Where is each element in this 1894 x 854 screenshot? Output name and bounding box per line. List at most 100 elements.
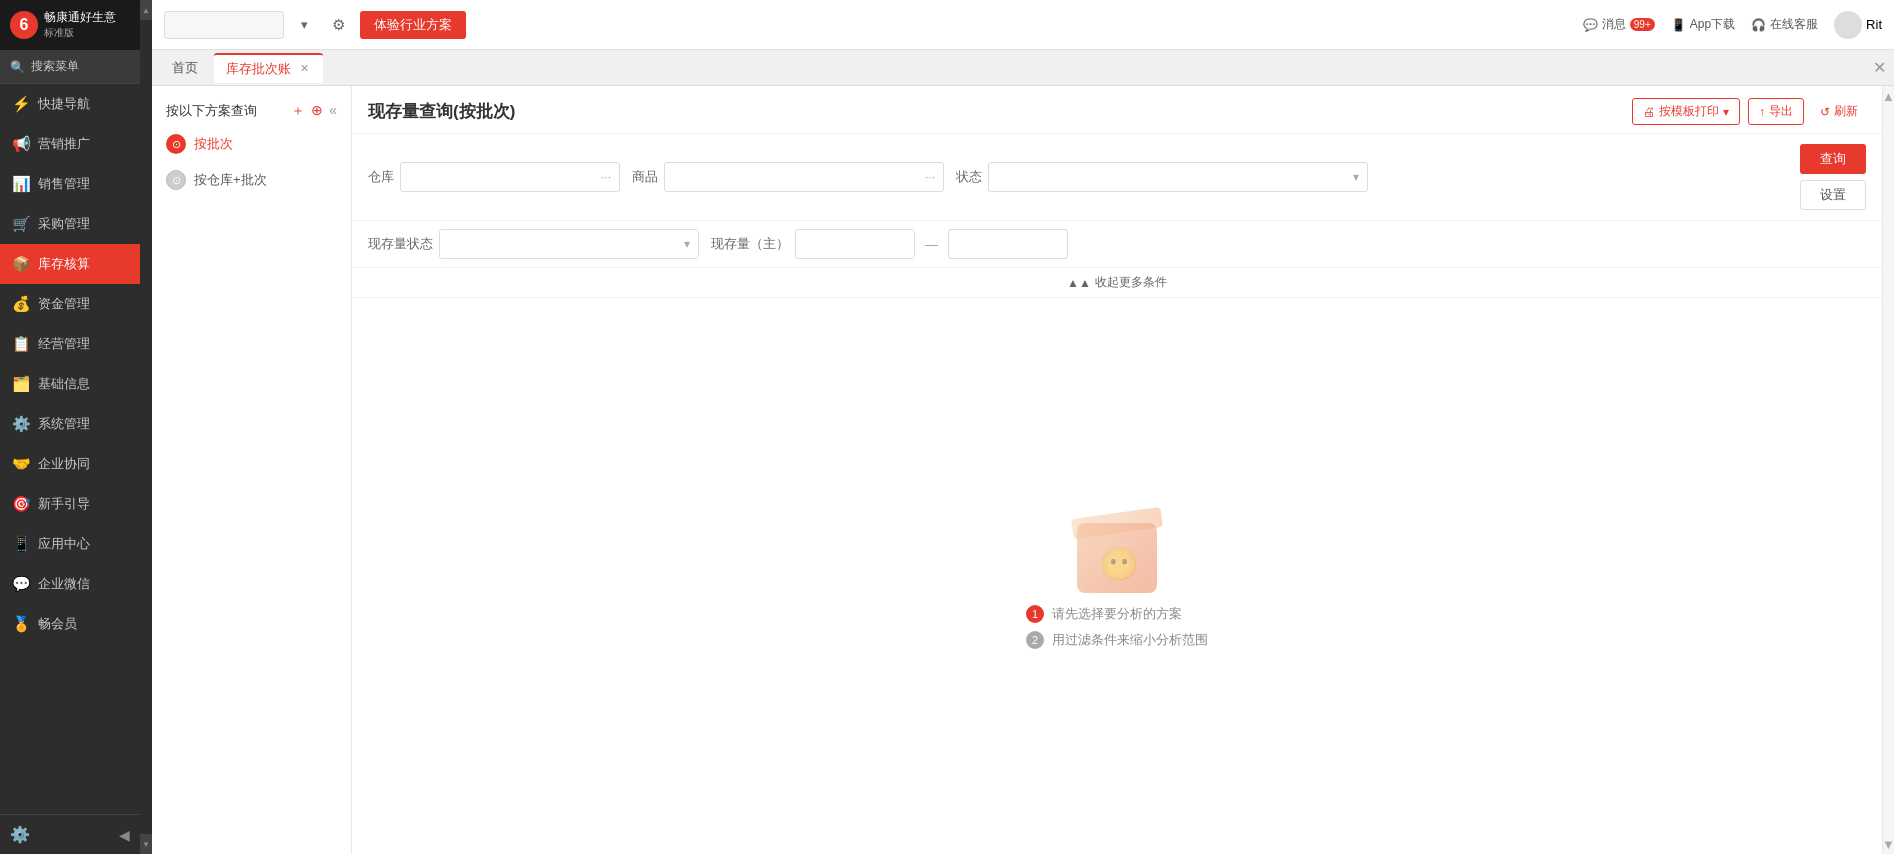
right-scrollbar: ▲ ▼ (1882, 86, 1894, 854)
sidebar-item-finance[interactable]: 💰 资金管理 (0, 284, 140, 324)
print-dropdown-icon[interactable]: ▾ (1723, 105, 1729, 119)
status-select[interactable]: ▾ (988, 162, 1368, 192)
empty-illustration: 😶 (1067, 503, 1167, 593)
newbie-icon: 🎯 (12, 495, 30, 513)
warehouse-label: 仓库 (368, 168, 394, 186)
filter-row-2: 现存量状态 ▾ 现存量（主） — (352, 221, 1882, 268)
page-header-actions: 🖨 按模板打印 ▾ ↑ 导出 ↺ 刷新 (1632, 98, 1866, 125)
query-btn[interactable]: 查询 (1800, 144, 1866, 174)
settings-filter-btn[interactable]: ⊕ (311, 102, 323, 120)
sidebar-nav: ⚡ 快捷导航 📢 营销推广 📊 销售管理 🛒 采购管理 📦 库存核算 💰 资金管… (0, 84, 140, 814)
settings-icon[interactable]: ⚙️ (10, 825, 30, 844)
scroll-right-up[interactable]: ▲ (1882, 86, 1894, 106)
user-name: Rit (1866, 17, 1882, 32)
scroll-down-btn[interactable]: ▼ (140, 834, 152, 854)
sidebar-item-marketing[interactable]: 📢 营销推广 (0, 124, 140, 164)
app-edition: 标准版 (44, 26, 116, 40)
sidebar-scroll-track: ▲ ▼ (140, 0, 152, 854)
batch-icon: ⊙ (166, 134, 186, 154)
warehouse-filter-group: 仓库 ··· (368, 162, 620, 192)
print-btn[interactable]: 🖨 按模板打印 ▾ (1632, 98, 1740, 125)
user-menu[interactable]: Rit (1834, 11, 1882, 39)
messages-badge: 99+ (1630, 18, 1655, 31)
topbar-gear-btn[interactable]: ⚙ (324, 11, 352, 39)
messages-btn[interactable]: 💬 消息 99+ (1583, 16, 1655, 33)
cooperation-icon: 🤝 (12, 455, 30, 473)
export-icon: ↑ (1759, 105, 1765, 119)
product-label: 商品 (632, 168, 658, 186)
collapse-row: ▲▲ 收起更多条件 (352, 268, 1882, 298)
tab-batch-account[interactable]: 库存批次账 ✕ (214, 53, 323, 83)
warehouse-more-icon[interactable]: ··· (601, 170, 611, 184)
main-area: ▾ ⚙ 体验行业方案 💬 消息 99+ 📱 App下载 🎧 在线客服 Rit (152, 0, 1894, 854)
status-filter-group: 状态 ▾ (956, 162, 1368, 192)
right-content: 现存量查询(按批次) 🖨 按模板打印 ▾ ↑ 导出 ↺ 刷新 (352, 86, 1882, 854)
sidebar-item-basics[interactable]: 🗂️ 基础信息 (0, 364, 140, 404)
sidebar-item-apps[interactable]: 📱 应用中心 (0, 524, 140, 564)
print-icon: 🖨 (1643, 105, 1655, 119)
warehouse-batch-icon: ⊙ (166, 170, 186, 190)
system-icon: ⚙️ (12, 415, 30, 433)
filter-by-batch[interactable]: ⊙ 按批次 (152, 126, 351, 162)
empty-hint-2: 2 用过滤条件来缩小分析范围 (1026, 631, 1208, 649)
warehouse-input[interactable]: ··· (400, 162, 620, 192)
online-service-btn[interactable]: 🎧 在线客服 (1751, 16, 1818, 33)
sidebar-item-purchase[interactable]: 🛒 采购管理 (0, 204, 140, 244)
filter-actions: ＋ ⊕ « (291, 102, 337, 120)
sidebar-footer: ⚙️ ◀ (0, 814, 140, 854)
sidebar: 6 畅康通好生意 标准版 🔍 搜索菜单 ⚡ 快捷导航 📢 营销推广 📊 销售管理… (0, 0, 140, 854)
app-download-icon: 📱 (1671, 18, 1686, 32)
empty-box: 😶 (1077, 523, 1157, 593)
refresh-btn[interactable]: ↺ 刷新 (1812, 99, 1866, 124)
export-btn[interactable]: ↑ 导出 (1748, 98, 1804, 125)
left-filter-panel: 按以下方案查询 ＋ ⊕ « ⊙ 按批次 ⊙ 按仓库+批次 (152, 86, 352, 854)
marketing-icon: 📢 (12, 135, 30, 153)
search-menu[interactable]: 🔍 搜索菜单 (0, 50, 140, 84)
add-filter-btn[interactable]: ＋ (291, 102, 305, 120)
empty-hints: 1 请先选择要分析的方案 2 用过滤条件来缩小分析范围 (1026, 605, 1208, 649)
topbar-search-box (164, 11, 284, 39)
sidebar-item-sales[interactable]: 📊 销售管理 (0, 164, 140, 204)
tab-close-btn[interactable]: ✕ (297, 62, 311, 76)
settings-btn[interactable]: 设置 (1800, 180, 1866, 210)
wechat-icon: 💬 (12, 575, 30, 593)
collapse-more-btn[interactable]: ▲▲ 收起更多条件 (1067, 274, 1167, 291)
stock-qty-filter-group: 现存量（主） — (711, 229, 1068, 259)
empty-state: 😶 1 请先选择要分析的方案 2 用过滤条件来缩小分析范围 (352, 298, 1882, 854)
sidebar-item-newbie[interactable]: 🎯 新手引导 (0, 484, 140, 524)
sidebar-item-wechat[interactable]: 💬 企业微信 (0, 564, 140, 604)
sidebar-item-system[interactable]: ⚙️ 系统管理 (0, 404, 140, 444)
filter-section-title: 按以下方案查询 ＋ ⊕ « (152, 96, 351, 126)
sidebar-item-cooperation[interactable]: 🤝 企业协同 (0, 444, 140, 484)
topbar-dropdown-btn[interactable]: ▾ (292, 11, 316, 39)
stock-qty-end[interactable] (948, 229, 1068, 259)
sidebar-item-operations[interactable]: 📋 经营管理 (0, 324, 140, 364)
trial-btn[interactable]: 体验行业方案 (360, 11, 466, 39)
collapse-filter-btn[interactable]: « (329, 102, 337, 120)
topbar-right: 💬 消息 99+ 📱 App下载 🎧 在线客服 Rit (1583, 11, 1882, 39)
scroll-up-btn[interactable]: ▲ (140, 0, 152, 20)
user-avatar (1834, 11, 1862, 39)
product-more-icon[interactable]: ··· (925, 170, 935, 184)
app-download-btn[interactable]: 📱 App下载 (1671, 16, 1735, 33)
stock-status-dropdown-icon: ▾ (684, 237, 690, 251)
collapse-sidebar-icon[interactable]: ◀ (119, 827, 130, 843)
stock-qty-start[interactable] (795, 229, 915, 259)
tab-home[interactable]: 首页 (160, 53, 210, 83)
member-icon: 🏅 (12, 615, 30, 633)
stock-status-select[interactable]: ▾ (439, 229, 699, 259)
scroll-right-down[interactable]: ▼ (1882, 834, 1894, 854)
sidebar-item-member[interactable]: 🏅 畅会员 (0, 604, 140, 644)
service-icon: 🎧 (1751, 18, 1766, 32)
apps-icon: 📱 (12, 535, 30, 553)
refresh-icon: ↺ (1820, 105, 1830, 119)
product-filter-group: 商品 ··· (632, 162, 944, 192)
product-input[interactable]: ··· (664, 162, 944, 192)
status-dropdown-icon: ▾ (1353, 170, 1359, 184)
sidebar-item-inventory[interactable]: 📦 库存核算 (0, 244, 140, 284)
sidebar-item-quick-nav[interactable]: ⚡ 快捷导航 (0, 84, 140, 124)
tabbar-close-all-btn[interactable]: ✕ (1873, 58, 1886, 77)
sidebar-header: 6 畅康通好生意 标准版 (0, 0, 140, 50)
filter-by-warehouse-batch[interactable]: ⊙ 按仓库+批次 (152, 162, 351, 198)
stock-qty-dash: — (925, 237, 938, 252)
